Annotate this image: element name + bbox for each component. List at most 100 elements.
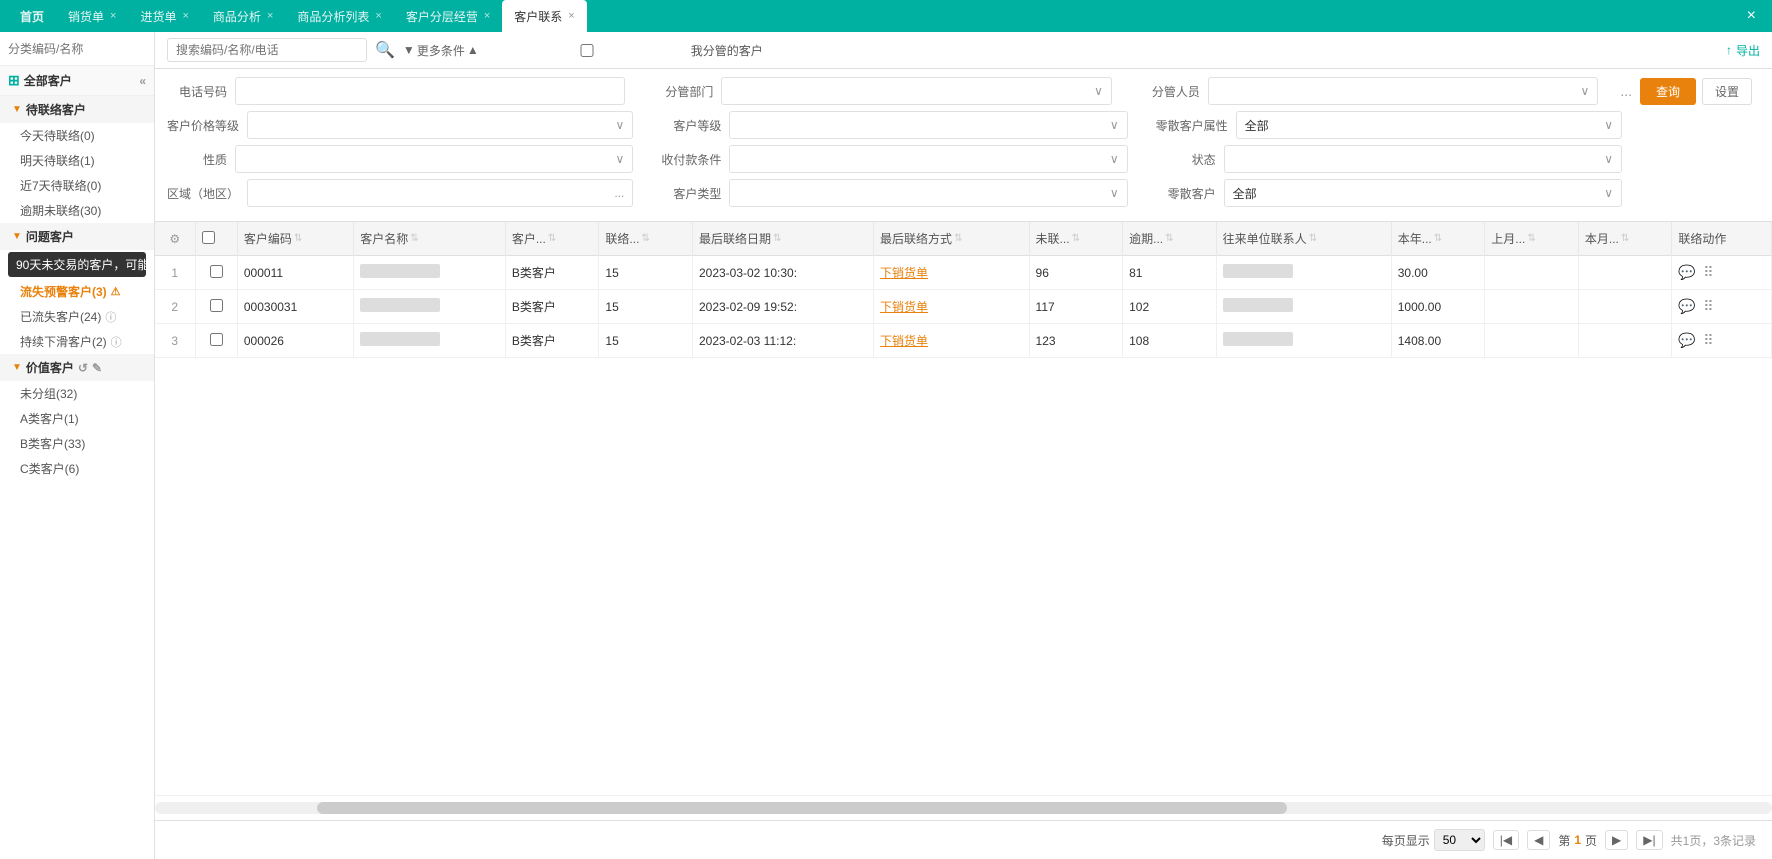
zero-sale-attr-select[interactable]: 全部 ∨ (1236, 111, 1622, 139)
region-select[interactable]: ... (247, 179, 633, 207)
manager-dots[interactable]: ... (1616, 83, 1636, 99)
tab-customer-tier[interactable]: 客户分层经营 × (394, 0, 502, 32)
action-chat-1[interactable]: 💬 (1678, 264, 1695, 280)
action-more-3[interactable]: ⠿ (1703, 332, 1713, 348)
col-settings[interactable]: ⚙ (155, 222, 195, 256)
last-way-link-1[interactable]: 下销货单 (880, 266, 928, 280)
action-chat-3[interactable]: 💬 (1678, 332, 1695, 348)
cell-last-way-1[interactable]: 下销货单 (874, 256, 1030, 290)
prev-page-button[interactable]: ◀ (1527, 830, 1550, 850)
query-button[interactable]: 查询 (1640, 78, 1696, 105)
sort-icon-type[interactable]: ⇅ (548, 233, 556, 244)
nature-select[interactable]: ∨ (235, 145, 633, 173)
cell-last-way-3[interactable]: 下销货单 (874, 324, 1030, 358)
zero-sale-select[interactable]: 全部 ∨ (1224, 179, 1622, 207)
tab-sales[interactable]: 销货单 × (56, 0, 128, 32)
sort-icon-unit-contact[interactable]: ⇅ (1309, 233, 1317, 244)
customer-type-select[interactable]: ∨ (729, 179, 1127, 207)
sort-icon-name[interactable]: ⇅ (410, 233, 418, 244)
cell-checkbox-3[interactable] (195, 324, 237, 358)
sidebar-item-churn-warning[interactable]: 流失预警客户(3) ⚠ (0, 279, 154, 304)
next-page-button[interactable]: ▶ (1605, 830, 1628, 850)
status-select[interactable]: ∨ (1224, 145, 1622, 173)
my-customer-checkbox-label[interactable]: 我分管的客户 (487, 42, 763, 59)
scroll-thumb[interactable] (317, 802, 1287, 814)
tab-customer-contact-close[interactable]: × (568, 10, 574, 22)
price-level-label: 客户价格等级 (167, 117, 239, 134)
cell-last-date-1: 2023-03-02 10:30: (692, 256, 873, 290)
sort-icon-last-way[interactable]: ⇅ (954, 233, 962, 244)
sort-icon-last-month[interactable]: ⇅ (1527, 233, 1535, 244)
sort-icon-uncontacted[interactable]: ⇅ (1072, 233, 1080, 244)
sidebar-group-pending[interactable]: ▼ 待联络客户 (0, 96, 154, 123)
edit-icon[interactable]: ✎ (92, 361, 102, 375)
tab-purchase-close[interactable]: × (182, 10, 188, 22)
search-input[interactable] (167, 38, 367, 62)
price-level-select[interactable]: ∨ (247, 111, 633, 139)
tab-customer-tier-close[interactable]: × (484, 10, 490, 22)
sidebar-item-churned[interactable]: 已流失客户(24) ⓘ (0, 304, 154, 329)
tab-analysis[interactable]: 商品分析 × (201, 0, 285, 32)
sort-icon-code[interactable]: ⇅ (294, 233, 302, 244)
sidebar-group-value[interactable]: ▼ 价值客户 ↺ ✎ (0, 354, 154, 381)
setting-button[interactable]: 设置 (1702, 78, 1752, 105)
sidebar-item-today-label: 今天待联络(0) (20, 127, 95, 144)
tab-purchase[interactable]: 进货单 × (128, 0, 200, 32)
sidebar-item-today[interactable]: 今天待联络(0) (0, 123, 154, 148)
phone-label: 电话号码 (167, 83, 227, 100)
row-checkbox-3[interactable] (210, 333, 223, 346)
sidebar-item-7days[interactable]: 近7天待联络(0) (0, 173, 154, 198)
per-page-select[interactable]: 50 100 200 (1434, 829, 1485, 851)
last-page-button[interactable]: ▶| (1636, 830, 1662, 850)
tab-analysis-list-close[interactable]: × (375, 10, 381, 22)
select-all-checkbox[interactable] (202, 231, 215, 244)
cell-last-way-2[interactable]: 下销货单 (874, 290, 1030, 324)
sidebar-search-input[interactable] (8, 42, 155, 56)
sidebar-item-ungroup[interactable]: 未分组(32) (0, 381, 154, 406)
row-checkbox-2[interactable] (210, 299, 223, 312)
export-button[interactable]: ↑ 导出 (1726, 42, 1760, 59)
adv-filter-region: 区域（地区） ... (167, 179, 633, 207)
phone-input[interactable] (235, 77, 625, 105)
customer-level-select[interactable]: ∨ (729, 111, 1127, 139)
dept-select[interactable]: ∨ (721, 77, 1111, 105)
last-way-link-3[interactable]: 下销货单 (880, 334, 928, 348)
horizontal-scrollbar[interactable] (155, 795, 1772, 820)
cell-checkbox-2[interactable] (195, 290, 237, 324)
refresh-icon[interactable]: ↺ (78, 361, 88, 375)
manager-select[interactable]: ∨ (1208, 77, 1598, 105)
sidebar-item-overdue[interactable]: 逾期未联络(30) (0, 198, 154, 223)
settings-icon[interactable]: ⚙ (169, 232, 180, 246)
sort-icon-this-month[interactable]: ⇅ (1621, 233, 1629, 244)
payment-select[interactable]: ∨ (729, 145, 1127, 173)
sidebar-item-b-class[interactable]: B类客户(33) (0, 431, 154, 456)
action-more-2[interactable]: ⠿ (1703, 298, 1713, 314)
sidebar-item-tomorrow[interactable]: 明天待联络(1) (0, 148, 154, 173)
col-last-month-label: 上月... (1491, 230, 1525, 247)
sort-icon-this-year[interactable]: ⇅ (1434, 233, 1442, 244)
sidebar-item-c-class[interactable]: C类客户(6) (0, 456, 154, 481)
window-close-button[interactable]: × (1739, 7, 1764, 25)
row-checkbox-1[interactable] (210, 265, 223, 278)
cell-checkbox-1[interactable] (195, 256, 237, 290)
sort-icon-last-date[interactable]: ⇅ (773, 233, 781, 244)
tab-analysis-list[interactable]: 商品分析列表 × (285, 0, 393, 32)
tab-customer-contact[interactable]: 客户联系 × (502, 0, 586, 32)
my-customer-checkbox[interactable] (487, 44, 687, 57)
tab-home[interactable]: 首页 (8, 0, 56, 32)
sidebar-item-a-class[interactable]: A类客户(1) (0, 406, 154, 431)
sidebar-item-declining[interactable]: 持续下滑客户(2) ⓘ (0, 329, 154, 354)
action-more-1[interactable]: ⠿ (1703, 264, 1713, 280)
sort-icon-contact[interactable]: ⇅ (641, 233, 649, 244)
search-button[interactable]: 🔍 (375, 40, 395, 60)
action-chat-2[interactable]: 💬 (1678, 298, 1695, 314)
sidebar-group-problem[interactable]: ▼ 问题客户 (0, 223, 154, 250)
sort-icon-overdue[interactable]: ⇅ (1165, 233, 1173, 244)
first-page-button[interactable]: |◀ (1493, 830, 1519, 850)
tab-analysis-close[interactable]: × (267, 10, 273, 22)
sidebar-all-customers[interactable]: ⊞ 全部客户 « (0, 66, 154, 96)
tab-sales-close[interactable]: × (110, 10, 116, 22)
last-way-link-2[interactable]: 下销货单 (880, 300, 928, 314)
more-filter-button[interactable]: ▼ 更多条件 ▲ (403, 42, 479, 59)
more-filter-arrow: ▲ (467, 43, 479, 57)
